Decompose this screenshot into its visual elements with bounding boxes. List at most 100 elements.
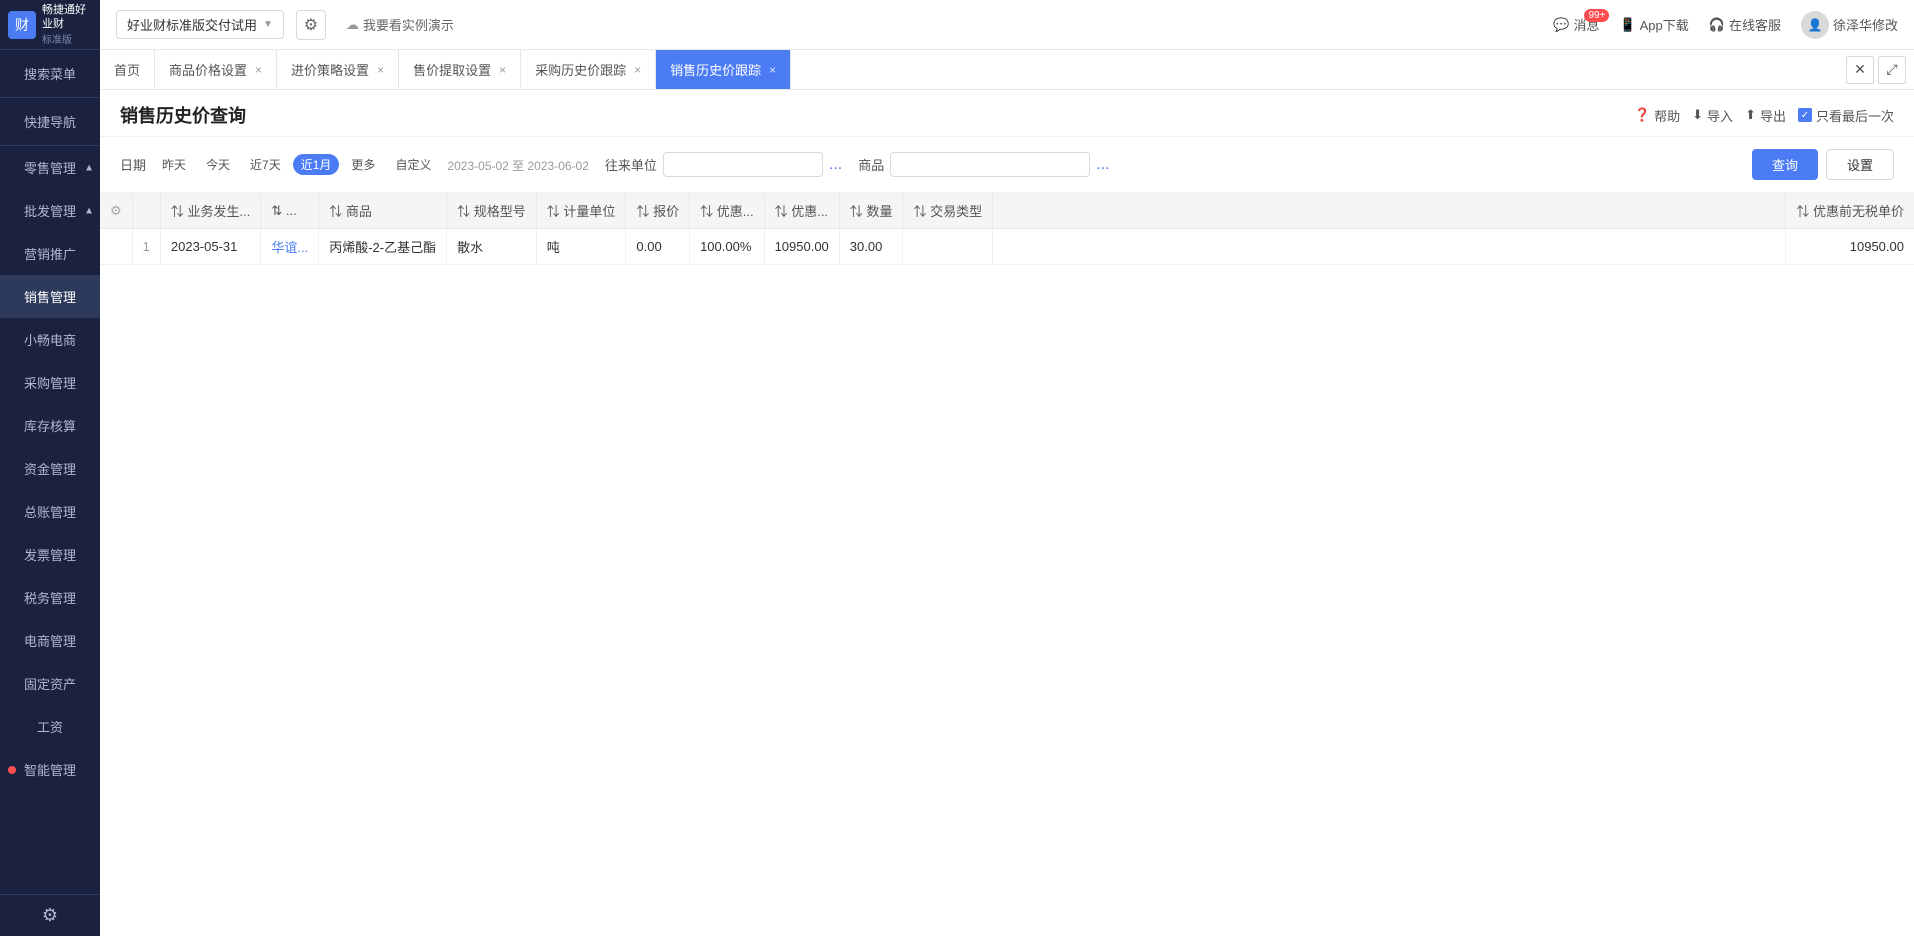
filter-actions: 查询 设置 [1752,149,1894,180]
sidebar-item-invoice[interactable]: 发票管理 [0,533,100,576]
tab-price-settings[interactable]: 商品价格设置 × [155,50,277,90]
tab-close-sale-price-extract[interactable]: × [499,63,506,77]
import-icon: ⬇ [1692,107,1703,123]
tab-sale-price-extract[interactable]: 售价提取设置 × [399,50,521,90]
sidebar-item-wholesale[interactable]: 批发管理 ▲ [0,189,100,232]
date-buttons: 昨天 今天 近7天 近1月 更多 自定义 [154,154,439,175]
tabbar: 首页 商品价格设置 × 进价策略设置 × 售价提取设置 × 采购历史价跟踪 × … [100,50,1914,90]
sidebar-item-quick-nav[interactable]: 快捷导航 [8,106,92,137]
tab-close-price-settings[interactable]: × [255,63,262,77]
product-filter-group: 商品 ... [858,152,1109,177]
tab-maximize-button[interactable]: ⤢ [1878,56,1906,84]
sidebar-item-inventory[interactable]: 库存核算 [0,404,100,447]
message-button[interactable]: 💬 消息 99+ [1553,15,1599,34]
col-more[interactable]: ⇅ ... [261,193,319,229]
tab-sales-history[interactable]: 销售历史价跟踪 × [656,50,791,90]
sidebar-item-finance[interactable]: 资金管理 [0,447,100,490]
sidebar-item-assets[interactable]: 固定资产 [0,662,100,705]
demo-button[interactable]: ☁ 我要看实例演示 [338,15,462,34]
date-btn-more[interactable]: 更多 [343,154,383,175]
tab-close-sales-history[interactable]: × [769,63,776,77]
sidebar-item-ecommerce[interactable]: 电商管理 [0,619,100,662]
main-area: 好业财标准版交付试用 ▼ ⚙ ☁ 我要看实例演示 💬 消息 99+ 📱 App下… [100,0,1914,936]
app-download-button[interactable]: 📱 App下载 [1619,15,1688,34]
user-profile-button[interactable]: 👤 徐泽华修改 [1801,11,1898,39]
last-only-checkbox[interactable]: ✓ 只看最后一次 [1798,106,1894,125]
row-gear [100,229,132,265]
date-btn-1month[interactable]: 近1月 [293,154,340,175]
page-header: 销售历史价查询 ❓ 帮助 ⬇ 导入 ⬆ 导出 ✓ 只看最后一次 [100,90,1914,137]
logo-text: 畅捷通好业财 标准版 [42,3,92,47]
sidebar-bottom-settings[interactable]: ⚙ [0,894,100,936]
avatar: 👤 [1801,11,1829,39]
tab-close-button[interactable]: ✕ [1846,56,1874,84]
filter-bar: 日期 昨天 今天 近7天 近1月 更多 自定义 2023-05-02 至 202… [100,137,1914,193]
page-title: 销售历史价查询 [120,102,246,128]
content-area: 销售历史价查询 ❓ 帮助 ⬇ 导入 ⬆ 导出 ✓ 只看最后一次 [100,90,1914,936]
sort-icon-more: ⇅ [271,203,282,218]
row-qty: 30.00 [839,229,903,265]
row-unit: 吨 [536,229,626,265]
sort-icon-discount1: ⇅ [700,204,713,219]
customer-service-button[interactable]: 🎧 在线客服 [1709,15,1781,34]
col-qty[interactable]: ⇅ 数量 [839,193,903,229]
date-filter-label: 日期 [120,155,146,174]
help-button[interactable]: ❓ 帮助 [1634,106,1680,125]
topbar: 好业财标准版交付试用 ▼ ⚙ ☁ 我要看实例演示 💬 消息 99+ 📱 App下… [100,0,1914,50]
sidebar: 财 畅捷通好业财 标准版 搜索菜单 快捷导航 零售管理 ▲ 批发管理 ▲ 营销推… [0,0,100,936]
query-button[interactable]: 查询 [1752,149,1818,180]
col-date[interactable]: ⇅ 业务发生... [160,193,260,229]
source-input[interactable] [663,152,823,177]
message-badge: 99+ [1584,9,1609,22]
sidebar-item-payroll[interactable]: 工资 [0,705,100,748]
import-button[interactable]: ⬇ 导入 [1692,106,1733,125]
sidebar-item-tax[interactable]: 税务管理 [0,576,100,619]
export-button[interactable]: ⬆ 导出 [1745,106,1786,125]
tab-close-purchase-history[interactable]: × [634,63,641,77]
sort-icon-price: ⇅ [636,204,649,219]
col-product[interactable]: ⇅ 商品 [319,193,447,229]
product-input[interactable] [890,152,1090,177]
col-type[interactable]: ⇅ 交易类型 [903,193,993,229]
sort-icon-qty: ⇅ [850,204,863,219]
tab-close-purchase-strategy[interactable]: × [377,63,384,77]
row-spacer [993,229,1786,265]
sidebar-item-ai[interactable]: 智能管理 [0,748,100,791]
product-filter-label: 商品 [858,155,884,174]
settings-button[interactable]: 设置 [1826,149,1894,180]
date-btn-yesterday[interactable]: 昨天 [154,154,194,175]
service-icon: 🎧 [1709,17,1725,33]
sidebar-item-ecommerce-small[interactable]: 小畅电商 [0,318,100,361]
tab-purchase-history[interactable]: 采购历史价跟踪 × [521,50,656,90]
tab-purchase-strategy[interactable]: 进价策略设置 × [277,50,399,90]
date-filter-group: 日期 昨天 今天 近7天 近1月 更多 自定义 2023-05-02 至 202… [120,154,589,175]
sidebar-item-sales[interactable]: 销售管理 [0,275,100,318]
sidebar-item-retail[interactable]: 零售管理 ▲ [0,146,100,189]
sort-icon-pretax: ⇅ [1796,204,1809,219]
col-unit[interactable]: ⇅ 计量单位 [536,193,626,229]
message-icon: 💬 [1553,17,1569,33]
table-row: 1 2023-05-31 华谊... 丙烯酸-2-乙基己酯 散水 吨 0.00 … [100,229,1914,265]
col-discount1[interactable]: ⇅ 优惠... [690,193,764,229]
date-btn-7days[interactable]: 近7天 [242,154,289,175]
sidebar-item-purchase[interactable]: 采购管理 [0,361,100,404]
sort-icon-unit: ⇅ [547,204,560,219]
sidebar-item-marketing[interactable]: 营销推广 [0,232,100,275]
row-product: 丙烯酸-2-乙基己酯 [319,229,447,265]
col-discount2[interactable]: ⇅ 优惠... [764,193,839,229]
source-dots-button[interactable]: ... [829,156,842,174]
date-btn-today[interactable]: 今天 [198,154,238,175]
tab-home[interactable]: 首页 [100,50,155,90]
col-spec[interactable]: ⇅ 规格型号 [447,193,537,229]
row-price: 0.00 [626,229,690,265]
col-pretax[interactable]: ⇅ 优惠前无税单价 [1786,193,1914,229]
version-selector[interactable]: 好业财标准版交付试用 ▼ [116,10,284,39]
search-menu-label[interactable]: 搜索菜单 [8,60,92,87]
product-dots-button[interactable]: ... [1096,156,1109,174]
col-price[interactable]: ⇅ 报价 [626,193,690,229]
date-range-display: 2023-05-02 至 2023-06-02 [447,157,588,174]
date-btn-custom[interactable]: 自定义 [387,154,439,175]
topbar-settings-btn[interactable]: ⚙ [296,10,326,40]
sidebar-item-ledger[interactable]: 总账管理 [0,490,100,533]
gear-col-icon[interactable]: ⚙ [110,203,122,218]
